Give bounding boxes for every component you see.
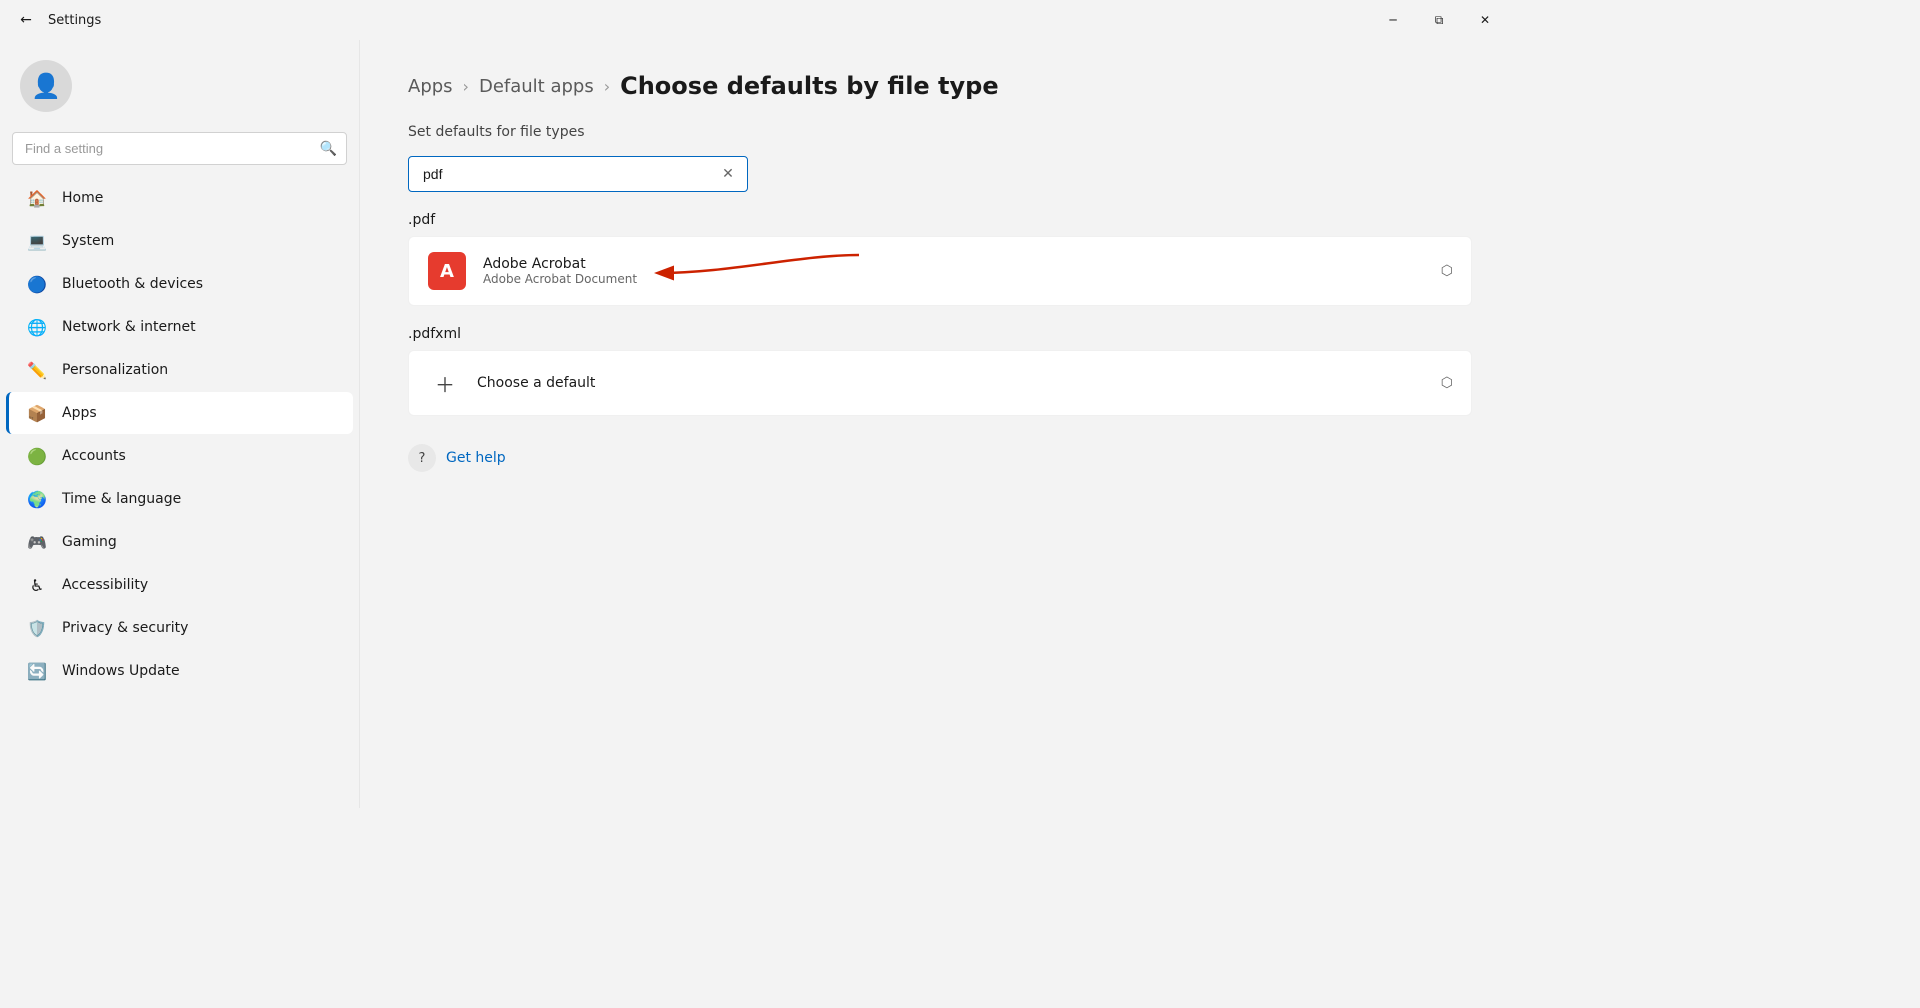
get-help-label[interactable]: Get help	[446, 450, 506, 466]
nav-label-system: System	[62, 233, 114, 249]
pdfxml-section: .pdfxml ＋ Choose a default ⬡	[408, 326, 1472, 416]
sidebar-item-update[interactable]: 🔄 Windows Update	[6, 650, 353, 692]
avatar: 👤	[20, 60, 72, 112]
acrobat-icon: A	[428, 252, 466, 290]
external-link-icon-pdf: ⬡	[1441, 263, 1453, 279]
nav-icon-apps: 📦	[26, 402, 48, 424]
nav-icon-network: 🌐	[26, 316, 48, 338]
acrobat-icon-wrap: A	[427, 251, 467, 291]
sidebar-item-bluetooth[interactable]: 🔵 Bluetooth & devices	[6, 263, 353, 305]
nav-label-home: Home	[62, 190, 103, 206]
nav-label-gaming: Gaming	[62, 534, 117, 550]
nav-icon-gaming: 🎮	[26, 531, 48, 553]
close-button[interactable]: ✕	[1462, 4, 1508, 36]
nav-icon-system: 💻	[26, 230, 48, 252]
nav-label-privacy: Privacy & security	[62, 620, 188, 636]
breadcrumb-apps[interactable]: Apps	[408, 76, 453, 97]
breadcrumb-sep-1: ›	[463, 77, 469, 96]
main-content: Apps › Default apps › Choose defaults by…	[360, 40, 1520, 808]
nav-label-update: Windows Update	[62, 663, 180, 679]
sidebar-item-time[interactable]: 🌍 Time & language	[6, 478, 353, 520]
filter-input-wrap: ✕	[408, 156, 748, 192]
nav-icon-accessibility: ♿	[26, 574, 48, 596]
search-input[interactable]	[12, 132, 347, 165]
breadcrumb-default-apps[interactable]: Default apps	[479, 76, 594, 97]
pdfxml-label: .pdfxml	[408, 326, 1472, 342]
pdf-label: .pdf	[408, 212, 1472, 228]
section-subtitle: Set defaults for file types	[408, 124, 1472, 140]
plus-icon: ＋	[427, 365, 463, 401]
sidebar-item-personalization[interactable]: ✏️ Personalization	[6, 349, 353, 391]
help-icon: ?	[408, 444, 436, 472]
nav-label-network: Network & internet	[62, 319, 196, 335]
app-body: 👤 🔍 🏠 Home 💻 System 🔵 Bluetooth & device…	[0, 40, 1520, 808]
nav-label-accounts: Accounts	[62, 448, 126, 464]
breadcrumb-sep-2: ›	[604, 77, 610, 96]
pdf-row[interactable]: A Adobe Acrobat Adobe Acrobat Document	[408, 236, 1472, 306]
breadcrumb: Apps › Default apps › Choose defaults by…	[408, 72, 1472, 100]
filter-clear-button[interactable]: ✕	[718, 164, 738, 184]
sidebar-item-apps[interactable]: 📦 Apps	[6, 392, 353, 434]
nav-label-personalization: Personalization	[62, 362, 168, 378]
sidebar-item-accounts[interactable]: 🟢 Accounts	[6, 435, 353, 477]
nav-icon-accounts: 🟢	[26, 445, 48, 467]
search-icon: 🔍	[320, 141, 337, 157]
filter-input[interactable]	[408, 156, 748, 192]
search-box: 🔍	[12, 132, 347, 165]
nav-icon-privacy: 🛡️	[26, 617, 48, 639]
titlebar: ← Settings ─ ⧉ ✕	[0, 0, 1520, 40]
page-title: Choose defaults by file type	[620, 72, 999, 100]
nav-label-apps: Apps	[62, 405, 97, 421]
nav-label-accessibility: Accessibility	[62, 577, 148, 593]
pdf-section: .pdf A Adobe Acrobat Adobe Acrobat Docum…	[408, 212, 1472, 306]
nav-label-bluetooth: Bluetooth & devices	[62, 276, 203, 292]
nav-icon-home: 🏠	[26, 187, 48, 209]
sidebar-item-system[interactable]: 💻 System	[6, 220, 353, 262]
sidebar-item-home[interactable]: 🏠 Home	[6, 177, 353, 219]
sidebar: 👤 🔍 🏠 Home 💻 System 🔵 Bluetooth & device…	[0, 40, 360, 808]
window-controls: ─ ⧉ ✕	[1370, 4, 1508, 36]
maximize-button[interactable]: ⧉	[1416, 4, 1462, 36]
nav-label-time: Time & language	[62, 491, 181, 507]
nav-icon-update: 🔄	[26, 660, 48, 682]
sidebar-item-accessibility[interactable]: ♿ Accessibility	[6, 564, 353, 606]
get-help[interactable]: ? Get help	[408, 444, 1472, 472]
back-button[interactable]: ←	[12, 6, 40, 34]
pdf-app-name: Adobe Acrobat	[483, 256, 1429, 272]
titlebar-title: Settings	[48, 13, 101, 28]
nav-icon-time: 🌍	[26, 488, 48, 510]
sidebar-item-privacy[interactable]: 🛡️ Privacy & security	[6, 607, 353, 649]
pdfxml-app-text: Choose a default	[477, 375, 1429, 391]
pdfxml-choose-default: Choose a default	[477, 375, 1429, 391]
sidebar-item-network[interactable]: 🌐 Network & internet	[6, 306, 353, 348]
user-avatar-section: 👤	[0, 48, 359, 128]
nav-icon-personalization: ✏️	[26, 359, 48, 381]
sidebar-nav: 🏠 Home 💻 System 🔵 Bluetooth & devices 🌐 …	[0, 177, 359, 692]
pdf-app-text: Adobe Acrobat Adobe Acrobat Document	[483, 256, 1429, 286]
nav-icon-bluetooth: 🔵	[26, 273, 48, 295]
sidebar-item-gaming[interactable]: 🎮 Gaming	[6, 521, 353, 563]
pdf-app-desc: Adobe Acrobat Document	[483, 272, 1429, 286]
minimize-button[interactable]: ─	[1370, 4, 1416, 36]
external-link-icon-pdfxml: ⬡	[1441, 375, 1453, 391]
pdfxml-row[interactable]: ＋ Choose a default ⬡	[408, 350, 1472, 416]
